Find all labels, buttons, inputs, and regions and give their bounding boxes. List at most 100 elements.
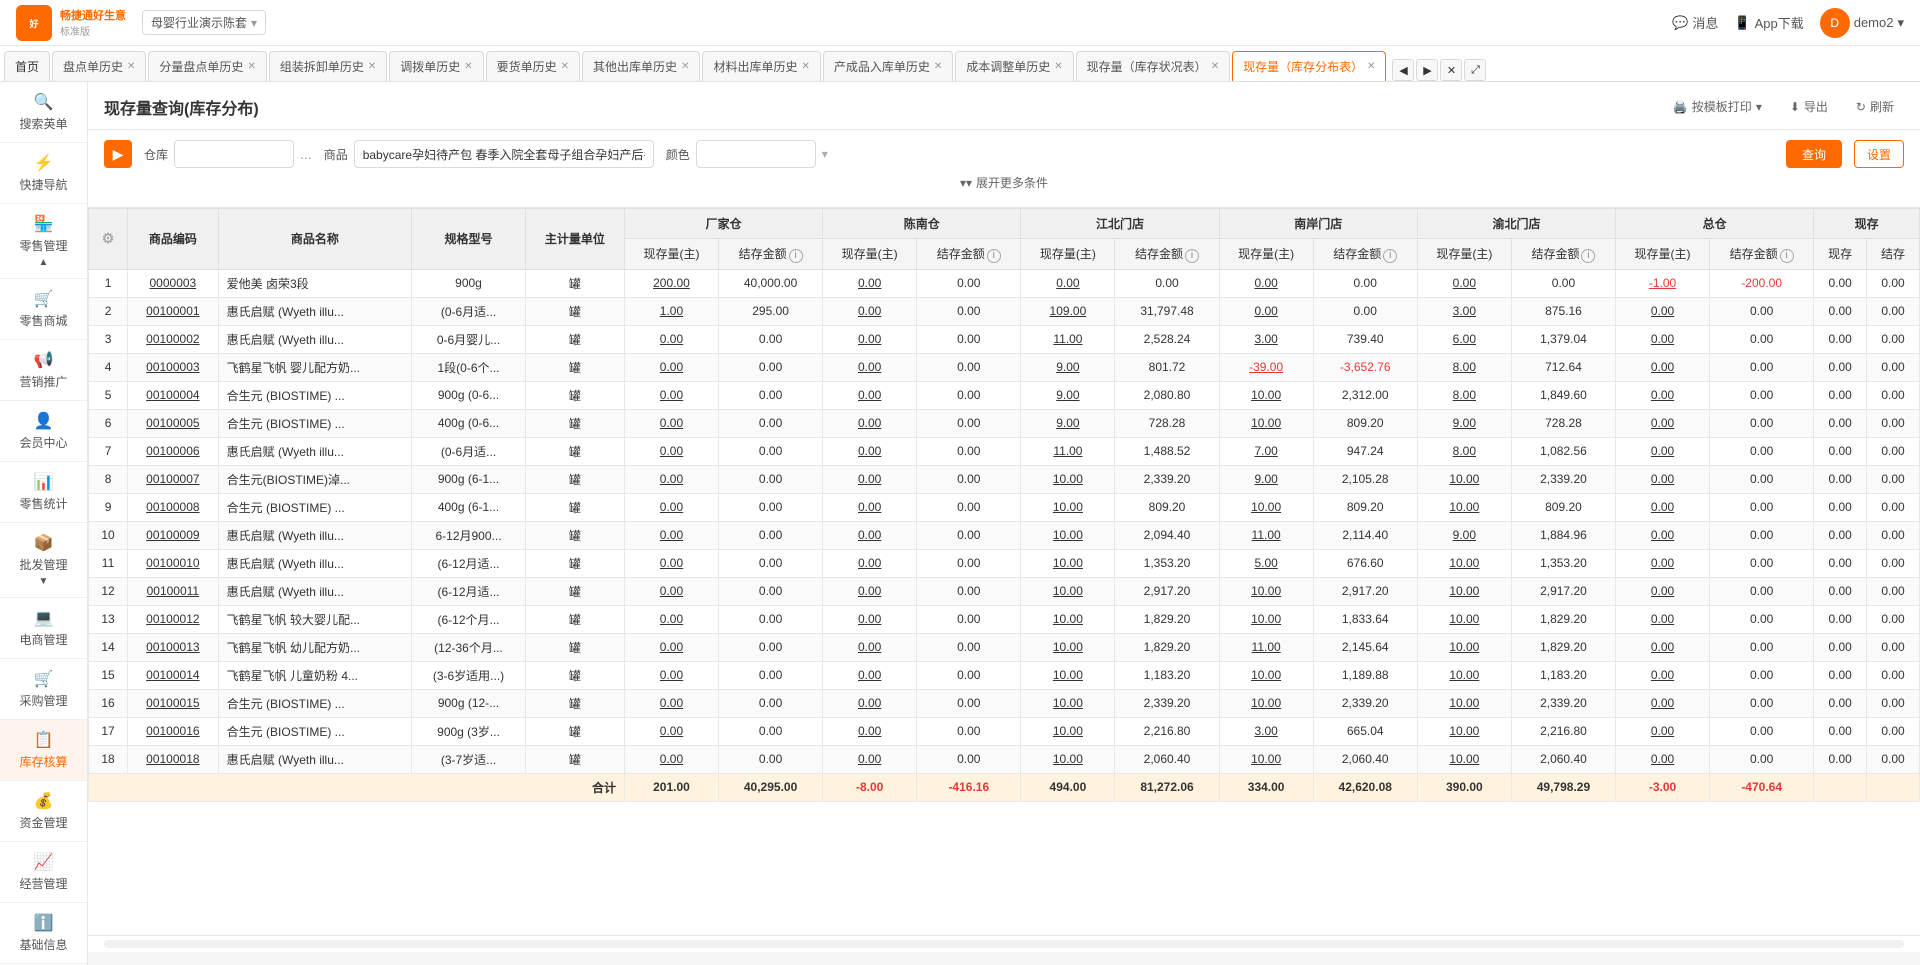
color-input[interactable]	[696, 140, 816, 168]
cell-unit: 罐	[525, 381, 624, 409]
th-unit: 主计量单位	[525, 209, 624, 270]
filter-expand-btn[interactable]: ▶	[104, 140, 132, 168]
cell-nanan-amount: 2,105.28	[1313, 465, 1417, 493]
cell-total-amount: 0.00	[1710, 465, 1814, 493]
table-row: 3 00100002 惠氏启赋 (Wyeth illu... 0-6月婴儿...…	[89, 325, 1920, 353]
info-icon1[interactable]: i	[789, 249, 803, 263]
cell-extra-stock: 0.00	[1814, 465, 1867, 493]
tab-cailiao[interactable]: 材料出库单历史 ✕	[702, 51, 820, 81]
tab-close[interactable]: ✕	[561, 61, 569, 72]
tab-fenliang[interactable]: 分量盘点单历史 ✕	[148, 51, 266, 81]
info-icon3[interactable]: i	[1185, 249, 1199, 263]
cell-chennan-stock: 0.00	[823, 661, 917, 689]
tab-close[interactable]: ✕	[368, 61, 376, 72]
message-btn[interactable]: 💬 消息	[1672, 13, 1718, 32]
tab-xiancunliang-status[interactable]: 现存量（库存状况表） ✕	[1076, 51, 1230, 81]
sidebar-item-purchase[interactable]: 🛒 采购管理	[0, 659, 87, 720]
cell-factory-stock: 0.00	[624, 353, 718, 381]
tab-chanpin[interactable]: 产成品入库单历史 ✕	[823, 51, 953, 81]
color-dropdown-icon[interactable]: ▾	[822, 147, 828, 161]
cell-unit: 罐	[525, 493, 624, 521]
sidebar-item-wholesale[interactable]: 📦 批发管理 ▼	[0, 523, 87, 598]
info-icon5[interactable]: i	[1581, 249, 1595, 263]
cell-jiangbei-amount: 2,216.80	[1115, 717, 1219, 745]
cell-spec: (0-6月适...	[412, 297, 526, 325]
nav-tabs-bar: 首页 盘点单历史 ✕ 分量盘点单历史 ✕ 组装拆卸单历史 ✕ 调拨单历史 ✕ 要…	[0, 46, 1920, 82]
stats-icon: 📊	[34, 472, 54, 492]
sidebar-item-inventory[interactable]: 📋 库存核算	[0, 720, 87, 781]
cell-factory-amount: 0.00	[718, 409, 822, 437]
sidebar-item-member[interactable]: 👤 会员中心	[0, 401, 87, 462]
cell-spec: (12-36个月...	[412, 633, 526, 661]
table-row: 7 00100006 惠氏启赋 (Wyeth illu... (0-6月适...…	[89, 437, 1920, 465]
info-icon2[interactable]: i	[987, 249, 1001, 263]
tab-home[interactable]: 首页	[4, 51, 50, 81]
sidebar-item-finance[interactable]: 💰 资金管理	[0, 781, 87, 842]
sidebar-item-retail-stats[interactable]: 📊 零售统计	[0, 462, 87, 523]
search-btn[interactable]: 查询	[1786, 140, 1842, 168]
tab-qitachuku[interactable]: 其他出库单历史 ✕	[582, 51, 700, 81]
export-btn[interactable]: ⬇ 导出	[1780, 94, 1838, 119]
tab-yaohuo[interactable]: 要货单历史 ✕	[486, 51, 580, 81]
tab-close[interactable]: ✕	[464, 61, 472, 72]
sidebar-item-search[interactable]: 🔍 搜索英单	[0, 82, 87, 143]
cell-factory-stock: 0.00	[624, 605, 718, 633]
summary-factory-amount: 40,295.00	[718, 773, 822, 801]
user-area[interactable]: D demo2 ▾	[1820, 8, 1904, 38]
nav-close-all-btn[interactable]: ✕	[1440, 59, 1462, 81]
cell-yubei-amount: 1,082.56	[1511, 437, 1615, 465]
tab-close[interactable]: ✕	[247, 61, 255, 72]
sidebar-item-ecommerce[interactable]: 💻 电商管理	[0, 598, 87, 659]
tab-close[interactable]: ✕	[1367, 61, 1375, 72]
page-title-row: 现存量查询(库存分布) 🖨️ 按模板打印 ▾ ⬇ 导出 ↻ 刷新	[104, 94, 1904, 119]
product-input[interactable]	[354, 140, 654, 168]
app-download-btn[interactable]: 📱 App下载	[1734, 13, 1803, 32]
tab-xiancunliang-dist[interactable]: 现存量（库存分布表） ✕	[1232, 51, 1386, 81]
info-icon6[interactable]: i	[1780, 249, 1794, 263]
cell-total-amount: 0.00	[1710, 381, 1814, 409]
cell-nanan-amount: 2,060.40	[1313, 745, 1417, 773]
sidebar-item-retail-mgmt[interactable]: 🏪 零售管理 ▲	[0, 204, 87, 279]
cell-nanan-amount: 2,312.00	[1313, 381, 1417, 409]
sidebar-item-retail-mall[interactable]: 🛒 零售商城	[0, 279, 87, 340]
info-icon4[interactable]: i	[1383, 249, 1397, 263]
table-container[interactable]: ⚙ 商品编码 商品名称 规格型号 主计量单位 厂家仓 陈南仓 江北门店 南岸门店…	[88, 208, 1920, 935]
tab-close[interactable]: ✕	[934, 61, 942, 72]
summary-yubei-amount: 49,798.29	[1511, 773, 1615, 801]
cell-chennan-amount: 0.00	[917, 605, 1021, 633]
nav-next-btn[interactable]: ▶	[1416, 59, 1438, 81]
horizontal-scrollbar[interactable]	[104, 940, 1904, 948]
top-right: 💬 消息 📱 App下载 D demo2 ▾	[1672, 8, 1904, 38]
cell-spec: 900g (12-...	[412, 689, 526, 717]
tab-close[interactable]: ✕	[1211, 61, 1219, 72]
table-row: 8 00100007 合生元(BIOSTIME)淖... 900g (6-1..…	[89, 465, 1920, 493]
tab-close[interactable]: ✕	[127, 61, 135, 72]
industry-dropdown[interactable]: 母婴行业演示陈套 ▾	[142, 10, 266, 35]
sidebar-item-marketing[interactable]: 📢 营销推广	[0, 340, 87, 401]
sidebar-item-basic-info[interactable]: ℹ️ 基础信息	[0, 903, 87, 964]
nav-prev-btn[interactable]: ◀	[1392, 59, 1414, 81]
cell-jiangbei-amount: 2,080.80	[1115, 381, 1219, 409]
tab-close[interactable]: ✕	[1054, 61, 1062, 72]
setting-btn[interactable]: 设置	[1854, 140, 1904, 168]
cell-jiangbei-stock: 10.00	[1021, 493, 1115, 521]
expand-more-btn[interactable]: ▾▾ 展开更多条件	[104, 168, 1904, 197]
tab-close[interactable]: ✕	[801, 61, 809, 72]
sidebar-item-quicknav[interactable]: ⚡ 快捷导航	[0, 143, 87, 204]
cell-factory-amount: 0.00	[718, 661, 822, 689]
warehouse-input[interactable]	[174, 140, 294, 168]
tab-zuzhuang[interactable]: 组装拆卸单历史 ✕	[269, 51, 387, 81]
cell-yubei-amount: 2,339.20	[1511, 465, 1615, 493]
mall-icon: 🛒	[34, 289, 54, 309]
print-btn[interactable]: 🖨️ 按模板打印 ▾	[1663, 94, 1772, 119]
tab-diaob[interactable]: 调拨单历史 ✕	[389, 51, 483, 81]
cell-total-stock: 0.00	[1616, 325, 1710, 353]
cell-name: 惠氏启赋 (Wyeth illu...	[218, 745, 412, 773]
nav-expand-btn[interactable]: ⤢	[1464, 59, 1486, 81]
refresh-btn[interactable]: ↻ 刷新	[1846, 94, 1904, 119]
tab-close[interactable]: ✕	[681, 61, 689, 72]
tab-chengben[interactable]: 成本调整单历史 ✕	[955, 51, 1073, 81]
sidebar-item-business[interactable]: 📈 经营管理	[0, 842, 87, 903]
cell-nanan-amount: 1,189.88	[1313, 661, 1417, 689]
tab-pandian[interactable]: 盘点单历史 ✕	[52, 51, 146, 81]
